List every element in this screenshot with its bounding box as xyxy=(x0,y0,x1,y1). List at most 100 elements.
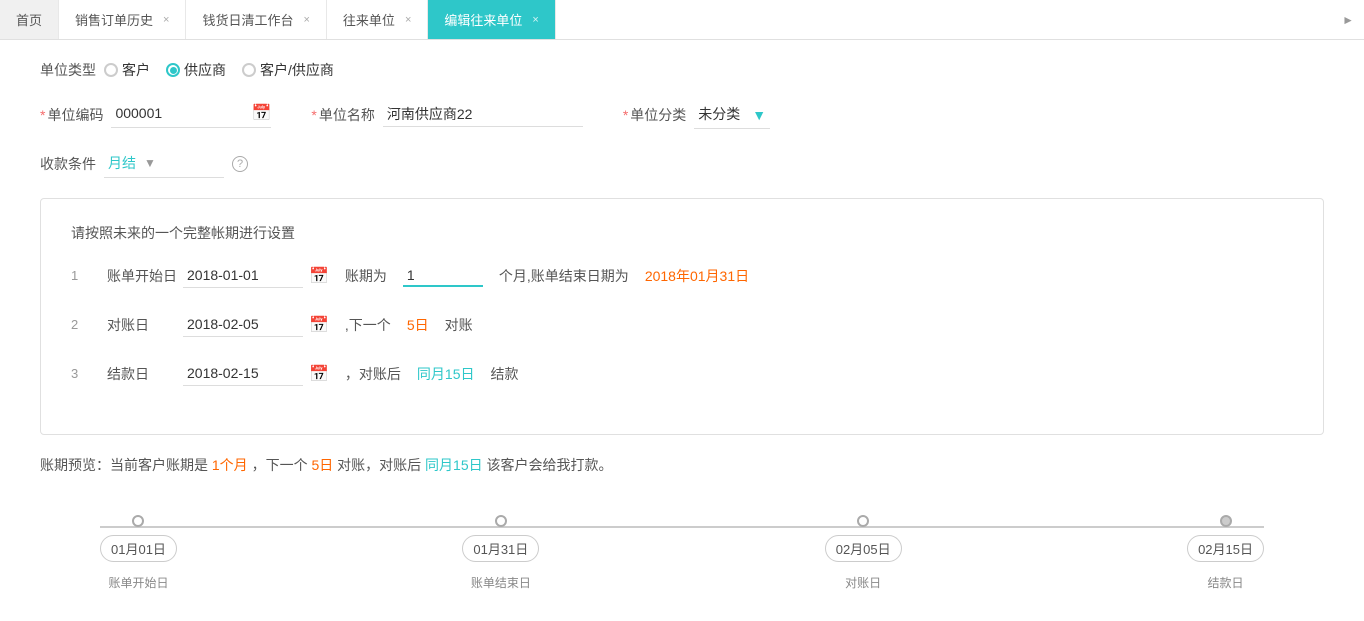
row-label-1: 账单开始日 xyxy=(107,266,167,286)
end-date-highlight: 2018年01月31日 xyxy=(645,266,749,286)
timeline-point-2: 01月31日 账单结束日 xyxy=(462,515,539,591)
tab-bar-expand-arrow[interactable]: ► xyxy=(1332,0,1364,39)
payment-date-calendar-icon[interactable]: 📅 xyxy=(309,364,329,384)
radio-both[interactable]: 客户/供应商 xyxy=(242,60,334,80)
preview-day: 5日 xyxy=(311,457,333,473)
timeline-dot-3 xyxy=(857,515,869,527)
help-icon[interactable]: ? xyxy=(232,156,248,172)
timeline-point-1: 01月01日 账单开始日 xyxy=(100,515,177,591)
row-label-2: 对账日 xyxy=(107,315,167,335)
unit-type-row: 单位类型 客户 供应商 客户/供应商 xyxy=(40,60,1324,80)
timeline-point-4: 02月15日 结款日 xyxy=(1187,515,1264,591)
timeline-dot-2 xyxy=(495,515,507,527)
unit-type-label: 单位类型 xyxy=(40,60,96,80)
row-label-3: 结款日 xyxy=(107,364,167,384)
unit-code-input[interactable] xyxy=(111,101,251,125)
tab-cash-work[interactable]: 钱货日清工作台× xyxy=(186,0,326,39)
tab-partner[interactable]: 往来单位× xyxy=(327,0,428,39)
radio-circle-both xyxy=(242,63,256,77)
radio-customer[interactable]: 客户 xyxy=(104,60,150,80)
unit-name-input[interactable] xyxy=(383,102,583,127)
tab-bar: 首页销售订单历史×钱货日清工作台×往来单位×编辑往来单位× ► xyxy=(0,0,1364,40)
payment-terms-chevron-icon: ▼ xyxy=(144,156,156,170)
timeline-dot-4 xyxy=(1220,515,1232,527)
timeline-badge-3: 02月05日 xyxy=(825,535,902,562)
unit-category-label: *单位分类 xyxy=(623,105,686,125)
radio-supplier[interactable]: 供应商 xyxy=(166,60,226,80)
timeline-point-3: 02月05日 对账日 xyxy=(825,515,902,591)
start-date-calendar-icon[interactable]: 📅 xyxy=(309,266,329,286)
setting-row-2: 2 对账日 📅 ,下一个 5日 对账 xyxy=(71,312,1293,337)
period-unit: 个月,账单结束日期为 xyxy=(499,266,629,286)
radio-circle-supplier xyxy=(166,63,180,77)
radio-label-customer: 客户 xyxy=(122,60,150,80)
tab-sales-history[interactable]: 销售订单历史× xyxy=(59,0,186,39)
reconcile-day-highlight: 5日 xyxy=(407,315,429,335)
period-value-input[interactable] xyxy=(403,265,483,287)
preview-suffix: 该客户会给我打款。 xyxy=(487,457,613,473)
payment-day-highlight: 同月15日 xyxy=(417,364,475,384)
reconcile-date-calendar-icon[interactable]: 📅 xyxy=(309,315,329,335)
preview-period: 1个月 xyxy=(212,457,248,473)
timeline-badge-2: 01月31日 xyxy=(462,535,539,562)
payment-terms-field: 收款条件 月结 ▼ ? xyxy=(40,149,248,178)
unit-type-field: 单位类型 客户 供应商 客户/供应商 xyxy=(40,60,334,80)
row-num-2: 2 xyxy=(71,317,91,332)
unit-name-field: *单位名称 xyxy=(311,102,582,127)
unit-category-field: *单位分类 未分类 ▼ xyxy=(623,100,766,129)
category-chevron-icon: ▼ xyxy=(752,107,766,123)
setting-row-3: 3 结款日 📅 ，对账后 同月15日 结款 xyxy=(71,361,1293,386)
row-num-3: 3 xyxy=(71,366,91,381)
reconcile-prefix: ,下一个 xyxy=(345,315,391,335)
timeline-sublabel-4: 结款日 xyxy=(1208,574,1244,591)
payment-terms-value: 月结 xyxy=(108,153,136,173)
preview-payment-day: 同月15日 xyxy=(425,457,483,473)
tab-close-cash-work[interactable]: × xyxy=(303,14,309,26)
payment-date-input[interactable] xyxy=(183,361,303,386)
timeline-badge-1: 01月01日 xyxy=(100,535,177,562)
tab-close-edit-partner[interactable]: × xyxy=(532,14,538,26)
unit-code-icon[interactable]: 📅 xyxy=(251,103,271,123)
radio-group: 客户 供应商 客户/供应商 xyxy=(104,60,334,80)
payment-terms-label: 收款条件 xyxy=(40,154,96,174)
timeline-sublabel-1: 账单开始日 xyxy=(108,574,168,591)
radio-circle-customer xyxy=(104,63,118,77)
radio-label-supplier: 供应商 xyxy=(184,60,226,80)
card-instruction: 请按照未来的一个完整帐期进行设置 xyxy=(71,223,1293,243)
period-label: 账期为 xyxy=(345,266,387,286)
tab-edit-partner[interactable]: 编辑往来单位× xyxy=(428,0,555,39)
timeline-section: 01月01日 账单开始日 01月31日 账单结束日 02月05日 对账日 02月… xyxy=(40,495,1324,601)
unit-code-input-wrap: 📅 xyxy=(111,101,271,128)
unit-info-row: *单位编码 📅 *单位名称 *单位分类 未分类 ▼ xyxy=(40,100,1324,129)
reconcile-date-input[interactable] xyxy=(183,312,303,337)
row-date-1: 📅 xyxy=(183,263,329,288)
timeline-sublabel-3: 对账日 xyxy=(845,574,881,591)
preview-prefix: 账期预览：当前客户账期是 xyxy=(40,457,208,473)
unit-code-label: *单位编码 xyxy=(40,105,103,125)
timeline-badge-4: 02月15日 xyxy=(1187,535,1264,562)
tab-close-partner[interactable]: × xyxy=(405,14,411,26)
reconcile-suffix: 对账 xyxy=(445,315,473,335)
timeline-points: 01月01日 账单开始日 01月31日 账单结束日 02月05日 对账日 02月… xyxy=(100,515,1264,591)
setting-row-1: 1 账单开始日 📅 账期为 个月,账单结束日期为 2018年01月31日 xyxy=(71,263,1293,288)
payment-terms-select[interactable]: 月结 ▼ xyxy=(104,149,224,178)
payment-terms-row: 收款条件 月结 ▼ ? xyxy=(40,149,1324,178)
preview-text: 账期预览：当前客户账期是 1个月 ，下一个 5日 对账，对账后 同月15日 该客… xyxy=(40,455,1324,475)
preview-mid2: 对账，对账后 xyxy=(337,457,421,473)
row-date-3: 📅 xyxy=(183,361,329,386)
row-date-2: 📅 xyxy=(183,312,329,337)
preview-mid1: ，下一个 xyxy=(252,457,308,473)
unit-code-field: *单位编码 📅 xyxy=(40,101,271,128)
tab-home[interactable]: 首页 xyxy=(0,0,59,39)
timeline-sublabel-2: 账单结束日 xyxy=(471,574,531,591)
unit-name-label: *单位名称 xyxy=(311,105,374,125)
tab-close-sales-history[interactable]: × xyxy=(163,14,169,26)
unit-category-dropdown[interactable]: 未分类 ▼ xyxy=(694,100,766,129)
settings-card: 请按照未来的一个完整帐期进行设置 1 账单开始日 📅 账期为 个月,账单结束日期… xyxy=(40,198,1324,435)
timeline-dot-1 xyxy=(132,515,144,527)
radio-label-both: 客户/供应商 xyxy=(260,60,334,80)
main-content: 单位类型 客户 供应商 客户/供应商 *单位编码 xyxy=(0,40,1364,621)
start-date-input[interactable] xyxy=(183,263,303,288)
payment-suffix: 结款 xyxy=(491,364,519,384)
row-num-1: 1 xyxy=(71,268,91,283)
